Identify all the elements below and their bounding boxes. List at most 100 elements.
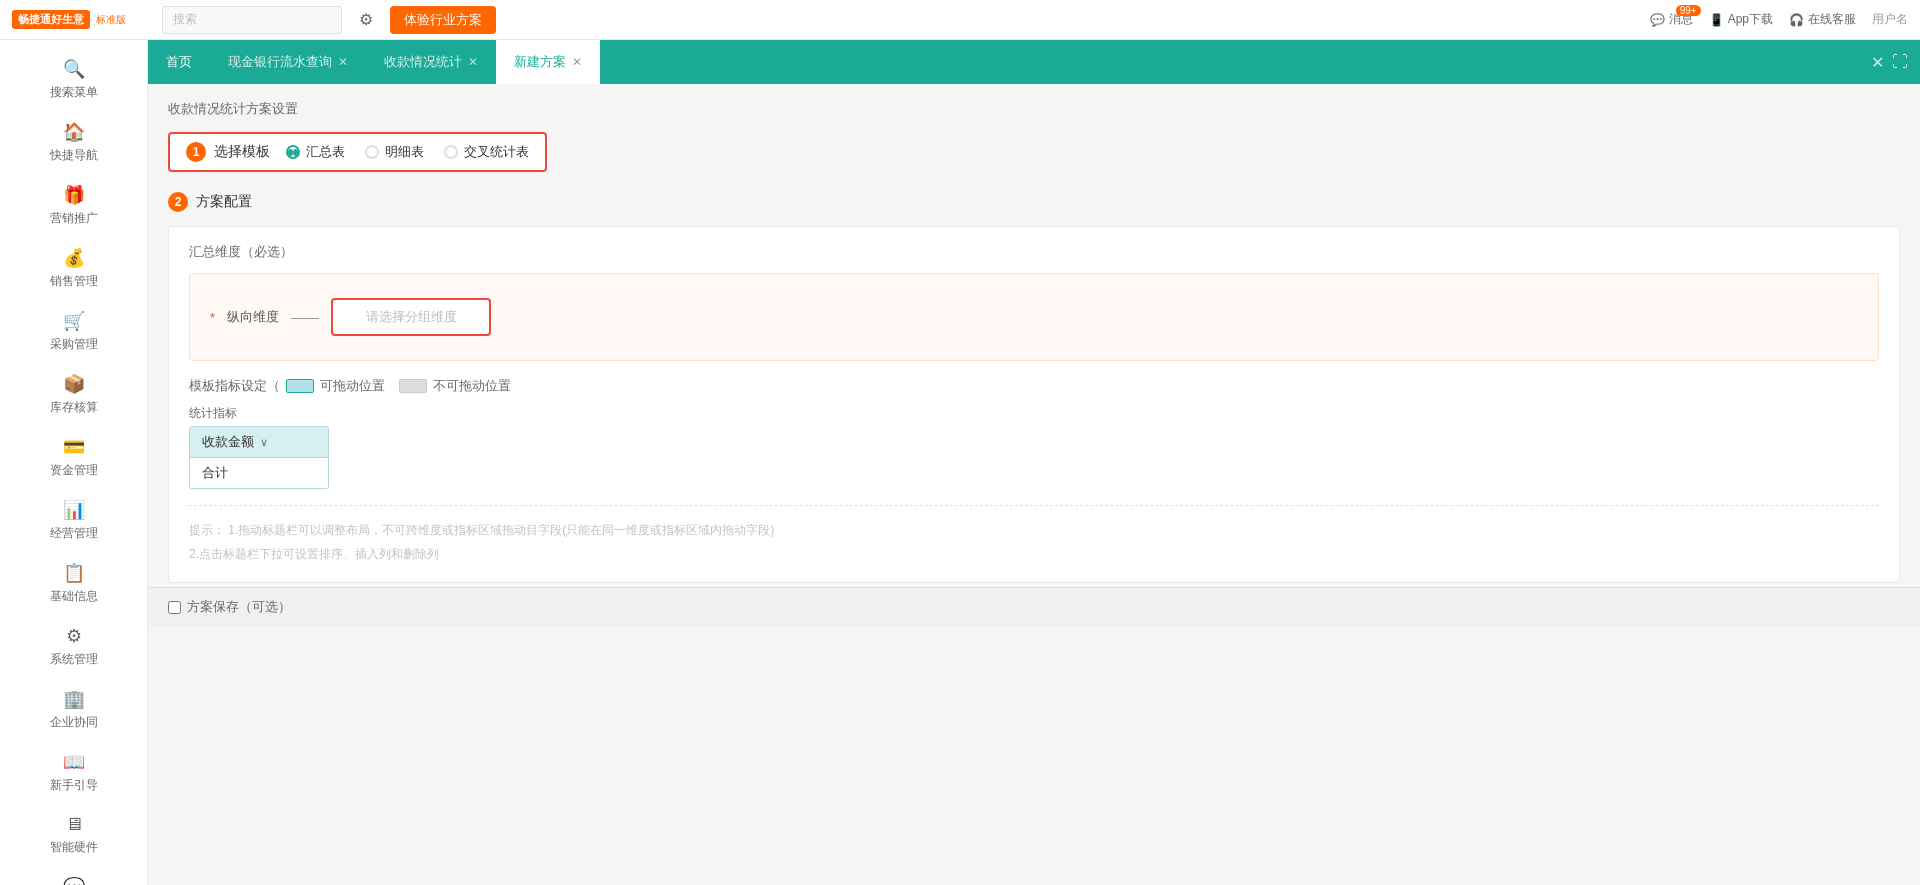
vertical-label: 纵向维度 bbox=[227, 308, 279, 326]
main-layout: 🔍 搜索菜单 🏠 快捷导航 🎁 营销推广 💰 销售管理 🛒 采购管理 📦 库存核… bbox=[0, 40, 1920, 885]
footer-section: 方案保存（可选） bbox=[148, 587, 1920, 626]
message-button[interactable]: 💬 消息 99+ bbox=[1650, 11, 1693, 28]
tab-new-plan[interactable]: 新建方案 ✕ bbox=[496, 40, 600, 84]
topbar: 畅捷通好生意 标准版 搜索 ⚙ 体验行业方案 💬 消息 99+ 📱 App下载 … bbox=[0, 0, 1920, 40]
page-content: 收款情况统计方案设置 1 选择模板 汇总表 bbox=[148, 84, 1920, 885]
metric-settings-header: 模板指标设定（ 可拖动位置 不可拖动位置 bbox=[189, 377, 1879, 395]
system-icon: ⚙ bbox=[66, 625, 82, 647]
dimension-title: 汇总维度（必选） bbox=[189, 243, 1879, 261]
sidebar-item-quick-nav[interactable]: 🏠 快捷导航 bbox=[0, 111, 147, 174]
sidebar-item-smart-hw[interactable]: 🖥 智能硬件 bbox=[0, 804, 147, 866]
stat-label: 统计指标 bbox=[189, 405, 329, 422]
monitor-icon: 🖥 bbox=[65, 814, 83, 835]
sidebar-item-inventory[interactable]: 📦 库存核算 bbox=[0, 363, 147, 426]
box-icon: 📦 bbox=[63, 373, 85, 395]
sidebar-label-enterprise: 企业协同 bbox=[50, 714, 98, 731]
tab-home[interactable]: 首页 bbox=[148, 40, 210, 84]
radio-summary-label: 汇总表 bbox=[306, 143, 345, 161]
sidebar-item-finance[interactable]: 💳 资金管理 bbox=[0, 426, 147, 489]
trial-button[interactable]: 体验行业方案 bbox=[390, 6, 496, 34]
dimension-row: * 纵向维度 —— 请选择分组维度 bbox=[210, 298, 1858, 336]
online-service-button[interactable]: 🎧 在线客服 bbox=[1789, 11, 1856, 28]
sidebar-label-sales: 销售管理 bbox=[50, 273, 98, 290]
hint-line-1: 提示： 1.拖动标题栏可以调整布局，不可跨维度或指标区域拖动目字段(只能在同一维… bbox=[189, 518, 1879, 542]
radio-cross[interactable]: 交叉统计表 bbox=[444, 143, 529, 161]
sidebar-item-system[interactable]: ⚙ 系统管理 bbox=[0, 615, 147, 678]
dimension-selector[interactable]: 请选择分组维度 bbox=[331, 298, 491, 336]
headset-icon: 🎧 bbox=[1789, 13, 1804, 27]
radio-detail-label: 明细表 bbox=[385, 143, 424, 161]
draggable-swatch bbox=[286, 379, 314, 393]
non-draggable-label: 不可拖动位置 bbox=[433, 377, 511, 395]
metric-tag-label: 收款金额 bbox=[202, 433, 254, 451]
sidebar-item-purchase[interactable]: 🛒 采购管理 bbox=[0, 300, 147, 363]
sidebar-item-marketing[interactable]: 🎁 营销推广 bbox=[0, 174, 147, 237]
sidebar-label-purchase: 采购管理 bbox=[50, 336, 98, 353]
sidebar: 🔍 搜索菜单 🏠 快捷导航 🎁 营销推广 💰 销售管理 🛒 采购管理 📦 库存核… bbox=[0, 40, 148, 885]
step1-number: 1 bbox=[186, 142, 206, 162]
metric-dropdown-arrow: ∨ bbox=[260, 436, 268, 449]
tab-new-plan-close[interactable]: ✕ bbox=[572, 55, 582, 69]
username-label: 用户名 bbox=[1872, 11, 1908, 28]
sidebar-item-enterprise[interactable]: 🏢 企业协同 bbox=[0, 678, 147, 741]
minimize-button[interactable]: ✕ bbox=[1871, 53, 1884, 72]
sidebar-label-smart-hw: 智能硬件 bbox=[50, 839, 98, 856]
radio-summary[interactable]: 汇总表 bbox=[286, 143, 345, 161]
brand-logo: 畅捷通好生意 标准版 bbox=[12, 10, 152, 29]
message-badge: 99+ bbox=[1676, 5, 1701, 16]
money-icon: 💰 bbox=[63, 247, 85, 269]
sidebar-label-system: 系统管理 bbox=[50, 651, 98, 668]
save-checkbox[interactable] bbox=[168, 601, 181, 614]
card-icon: 💳 bbox=[63, 436, 85, 458]
chart-icon: 📊 bbox=[63, 499, 85, 521]
logo-icon: 畅捷通好生意 bbox=[12, 10, 90, 29]
home-icon: 🏠 bbox=[63, 121, 85, 143]
sidebar-label-search-menu: 搜索菜单 bbox=[50, 84, 98, 101]
sidebar-item-enterprise-wechat[interactable]: 💬 企业微信 bbox=[0, 866, 147, 885]
step2-section: 2 方案配置 汇总维度（必选） * 纵向维度 —— 请选择分组维度 bbox=[168, 192, 1900, 583]
save-checkbox-label[interactable]: 方案保存（可选） bbox=[168, 598, 291, 616]
sidebar-label-operations: 经营管理 bbox=[50, 525, 98, 542]
metric-header-row[interactable]: 收款金额 ∨ bbox=[190, 427, 328, 458]
guide-icon: 📖 bbox=[63, 751, 85, 773]
sidebar-label-guide: 新手引导 bbox=[50, 777, 98, 794]
tab-home-label: 首页 bbox=[166, 53, 192, 71]
wechat-icon: 💬 bbox=[63, 876, 85, 885]
radio-summary-circle bbox=[286, 145, 300, 159]
step1-label: 选择模板 bbox=[214, 143, 270, 161]
sidebar-label-marketing: 营销推广 bbox=[50, 210, 98, 227]
maximize-button[interactable]: ⛶ bbox=[1892, 53, 1908, 71]
online-service-label: 在线客服 bbox=[1808, 11, 1856, 28]
sidebar-item-search-menu[interactable]: 🔍 搜索菜单 bbox=[0, 48, 147, 111]
draggable-label: 可拖动位置 bbox=[320, 377, 385, 395]
app-download-button[interactable]: 📱 App下载 bbox=[1709, 11, 1773, 28]
sidebar-label-basic-info: 基础信息 bbox=[50, 588, 98, 605]
metric-table-area: 统计指标 收款金额 ∨ 合计 bbox=[189, 405, 1879, 489]
enterprise-icon: 🏢 bbox=[63, 688, 85, 710]
required-mark: * bbox=[210, 310, 215, 325]
metric-settings: 模板指标设定（ 可拖动位置 不可拖动位置 统计指标 bbox=[189, 377, 1879, 489]
cart-icon: 🛒 bbox=[63, 310, 85, 332]
gear-button[interactable]: ⚙ bbox=[352, 6, 380, 34]
search-bar-text: 搜索 bbox=[173, 11, 197, 28]
tab-bank-flow-close[interactable]: ✕ bbox=[338, 55, 348, 69]
sidebar-item-basic-info[interactable]: 📋 基础信息 bbox=[0, 552, 147, 615]
radio-detail-circle bbox=[365, 145, 379, 159]
tab-bank-flow[interactable]: 现金银行流水查询 ✕ bbox=[210, 40, 366, 84]
search-menu-icon: 🔍 bbox=[63, 58, 85, 80]
sidebar-item-sales[interactable]: 💰 销售管理 bbox=[0, 237, 147, 300]
metric-legend: 可拖动位置 不可拖动位置 bbox=[286, 377, 511, 395]
sidebar-item-operations[interactable]: 📊 经营管理 bbox=[0, 489, 147, 552]
hints-section: 提示： 1.拖动标题栏可以调整布局，不可跨维度或指标区域拖动目字段(只能在同一维… bbox=[189, 505, 1879, 566]
hint-line-2: 2.点击标题栏下拉可设置排序、插入列和删除列 bbox=[189, 542, 1879, 566]
tab-receipt-stats[interactable]: 收款情况统计 ✕ bbox=[366, 40, 496, 84]
radio-detail[interactable]: 明细表 bbox=[365, 143, 424, 161]
tabbar: 首页 现金银行流水查询 ✕ 收款情况统计 ✕ 新建方案 ✕ ✕ ⛶ bbox=[148, 40, 1920, 84]
sidebar-item-guide[interactable]: 📖 新手引导 bbox=[0, 741, 147, 804]
tab-bank-flow-label: 现金银行流水查询 bbox=[228, 53, 332, 71]
search-bar: 搜索 bbox=[162, 6, 342, 34]
tab-receipt-stats-label: 收款情况统计 bbox=[384, 53, 462, 71]
tab-receipt-stats-close[interactable]: ✕ bbox=[468, 55, 478, 69]
sidebar-label-quick-nav: 快捷导航 bbox=[50, 147, 98, 164]
radio-cross-label: 交叉统计表 bbox=[464, 143, 529, 161]
